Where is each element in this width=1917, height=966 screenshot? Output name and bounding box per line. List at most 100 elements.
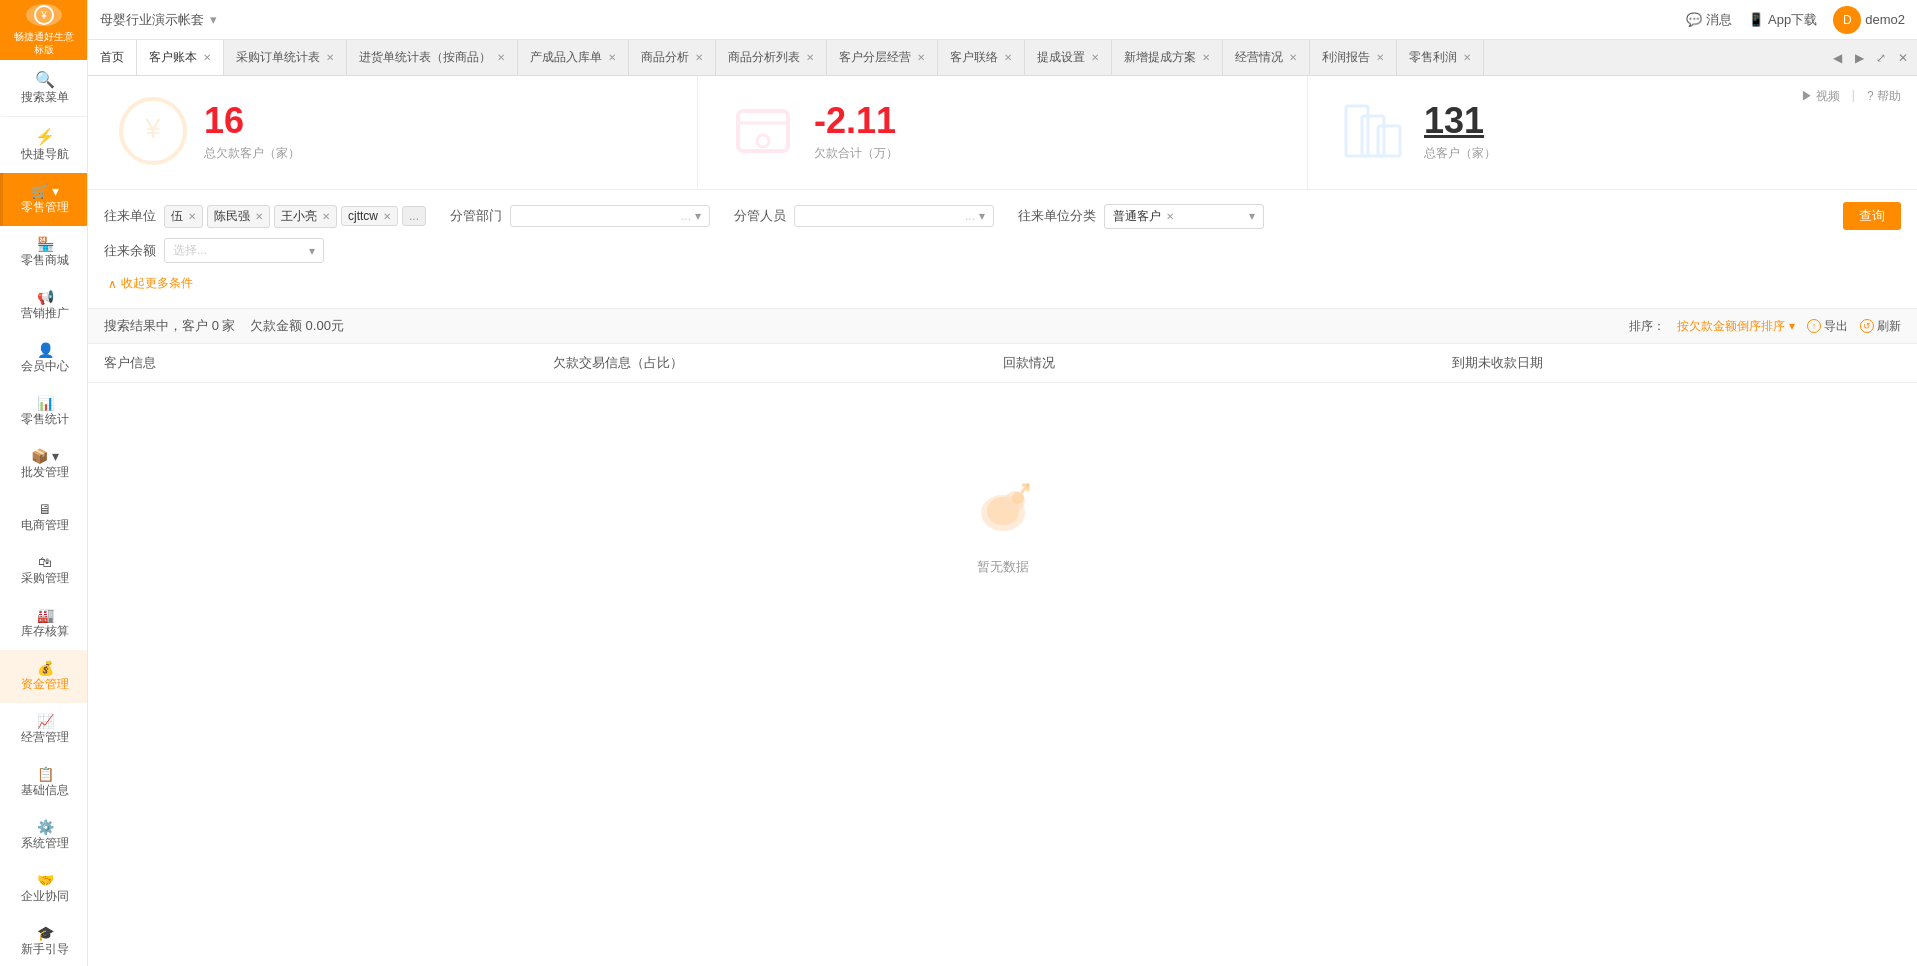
filter-tag-4-close[interactable]: ✕ [383,211,391,222]
sidebar-item-retail-stats-label: 零售统计 [7,411,83,428]
tab-new-raise-plan[interactable]: 新增提成方案 ✕ [1112,40,1223,76]
filter-tag-1-close[interactable]: ✕ [188,211,196,222]
sidebar-item-ecommerce-mgmt-label: 电商管理 [7,517,83,534]
sidebar-item-member-center[interactable]: 👤 会员中心 [0,332,87,385]
query-button[interactable]: 查询 [1843,202,1901,230]
sidebar-item-retail-stats[interactable]: 📊 零售统计 [0,385,87,438]
app-download-button[interactable]: 📱 App下载 [1748,11,1817,29]
user-area[interactable]: D demo2 [1833,6,1905,34]
tab-inbound-stats-close[interactable]: ✕ [497,52,505,63]
stat-credit-amount-text: -2.11 欠款合计（万） [814,103,898,162]
message-button[interactable]: 💬 消息 [1686,11,1732,29]
export-label: 导出 [1824,318,1848,335]
tab-product-analysis-label: 商品分析 [641,49,689,66]
tab-production-inbound[interactable]: 产成品入库单 ✕ [518,40,629,76]
stat-total-customers-label: 总客户（家） [1424,145,1496,162]
main-area: 母婴行业演示帐套 ▾ 💬 消息 📱 App下载 D demo2 首页 客户账本 … [88,0,1917,966]
person-filter-extra: ... [965,209,975,223]
sidebar-item-retail-mgmt-label: 零售管理 [7,199,83,216]
tab-customer-segment-close[interactable]: ✕ [917,52,925,63]
person-filter-select[interactable]: ... ▾ [794,205,994,227]
tab-product-analysis-list-close[interactable]: ✕ [806,52,814,63]
stat-total-customers-number: 131 [1424,103,1496,139]
tab-production-inbound-label: 产成品入库单 [530,49,602,66]
sidebar-item-basic-info[interactable]: 📋 基础信息 [0,756,87,809]
sidebar-item-enterprise-coop[interactable]: 🤝 企业协同 [0,862,87,915]
tab-product-analysis-list[interactable]: 商品分析列表 ✕ [716,40,827,76]
tab-customer-contact[interactable]: 客户联络 ✕ [938,40,1025,76]
sidebar-item-quick-nav[interactable]: ⚡ 快捷导航 [0,117,87,173]
tab-profit-report[interactable]: 利润报告 ✕ [1310,40,1397,76]
tab-retail-profit[interactable]: 零售利润 ✕ [1397,40,1484,76]
tab-raise-settings[interactable]: 提成设置 ✕ [1025,40,1112,76]
sidebar-item-capital-mgmt[interactable]: 💰 资金管理 [0,650,87,703]
tab-new-raise-plan-close[interactable]: ✕ [1202,52,1210,63]
remainder-filter-select[interactable]: 选择... ▾ [164,238,324,263]
svg-rect-9 [1378,126,1400,156]
sidebar-item-ecommerce-mgmt[interactable]: 🖥 电商管理 [0,491,87,544]
stat-credit-customers-label: 总欠款客户（家） [204,145,300,162]
sidebar-item-system-mgmt[interactable]: ⚙️ 系统管理 [0,809,87,862]
collapse-button[interactable]: ∧ 收起更多条件 [104,271,1901,296]
stat-card-total-customers: ▶ 视频 | ? 帮助 131 总客户（家） [1308,76,1917,189]
stat-help-area: ▶ 视频 | ? 帮助 [1801,88,1901,105]
tab-home[interactable]: 首页 [88,40,137,76]
filter-tag-3-close[interactable]: ✕ [322,211,330,222]
tab-business-situation[interactable]: 经营情况 ✕ [1223,40,1310,76]
tab-production-inbound-close[interactable]: ✕ [608,52,616,63]
svg-rect-8 [1362,116,1384,156]
tab-customer-contact-close[interactable]: ✕ [1004,52,1012,63]
stat-credit-amount-number: -2.11 [814,103,898,139]
tab-business-situation-close[interactable]: ✕ [1289,52,1297,63]
app-download-label: App下载 [1768,11,1817,29]
filter-more-tags-btn[interactable]: ... [402,206,426,226]
tab-raise-settings-close[interactable]: ✕ [1091,52,1099,63]
tab-scroll-right[interactable]: ▶ [1849,48,1869,68]
unit-type-tag-close[interactable]: ✕ [1166,211,1174,222]
tab-product-analysis-close[interactable]: ✕ [695,52,703,63]
tab-customer-capital[interactable]: 客户账本 ✕ [137,40,224,76]
refresh-button[interactable]: ↺ 刷新 [1860,318,1901,335]
tab-purchase-order-stats[interactable]: 采购订单统计表 ✕ [224,40,347,76]
tab-purchase-order-stats-close[interactable]: ✕ [326,52,334,63]
video-help-btn[interactable]: ▶ 视频 [1801,88,1840,105]
sidebar-item-new-user-guide[interactable]: 🎓 新手引导 [0,915,87,966]
sidebar-item-marketing[interactable]: 📢 营销推广 [0,279,87,332]
filter-tag-4: cjttcw ✕ [341,206,398,226]
dept-filter-select[interactable]: ... ▾ [510,205,710,227]
stat-credit-customers-icon: ¥ [118,96,188,169]
filter-area: 往来单位 伍 ✕ 陈民强 ✕ 王小亮 ✕ cjttcw [88,190,1917,309]
brand-dropdown-icon[interactable]: ▾ [210,12,217,27]
tab-profit-report-close[interactable]: ✕ [1376,52,1384,63]
tab-inbound-stats-label: 进货单统计表（按商品） [359,49,491,66]
filter-tag-2-close[interactable]: ✕ [255,211,263,222]
sidebar-item-purchase-mgmt[interactable]: 🛍 采购管理 [0,544,87,597]
sidebar-item-inventory-label: 库存核算 [7,623,83,640]
tab-maximize[interactable]: ⤢ [1871,48,1891,68]
results-bar: 搜索结果中，客户 0 家 欠款金额 0.00元 排序： 按欠款金额倒序排序 ▾ … [88,309,1917,344]
page-content: ¥ 16 总欠款客户（家） -2.11 [88,76,1917,966]
help-btn[interactable]: ? 帮助 [1867,88,1901,105]
sidebar-item-wholesale-mgmt[interactable]: 📦 ▾ 批发管理 [0,438,87,491]
tab-product-analysis[interactable]: 商品分析 ✕ [629,40,716,76]
svg-point-6 [757,135,769,147]
sidebar-item-inventory[interactable]: 🏭 库存核算 [0,597,87,650]
tab-scroll-left[interactable]: ◀ [1827,48,1847,68]
tab-inbound-stats[interactable]: 进货单统计表（按商品） ✕ [347,40,518,76]
sidebar-logo[interactable]: ¥ 畅捷通好生意 标版 [0,0,87,60]
sidebar-item-business-mgmt[interactable]: 📈 经营管理 [0,703,87,756]
tab-customer-segment[interactable]: 客户分层经营 ✕ [827,40,938,76]
sidebar-item-retail-mall[interactable]: 🏪 零售商城 [0,226,87,279]
empty-state-icon [963,463,1043,546]
sidebar-item-retail-mgmt[interactable]: 🛒 ▾ 零售管理 [0,173,87,226]
sort-dropdown-icon: ▾ [1789,319,1795,333]
filter-tags: 伍 ✕ 陈民强 ✕ 王小亮 ✕ cjttcw ✕ ... [164,205,426,228]
tab-retail-profit-close[interactable]: ✕ [1463,52,1471,63]
unit-type-filter-select[interactable]: 普通客户 ✕ ▾ [1104,204,1264,229]
sidebar-item-marketing-label: 营销推广 [7,305,83,322]
tab-customer-capital-close[interactable]: ✕ [203,52,211,63]
sort-select[interactable]: 按欠款金额倒序排序 ▾ [1677,318,1795,335]
tab-close-all[interactable]: ✕ [1893,48,1913,68]
export-button[interactable]: ↑ 导出 [1807,318,1848,335]
sidebar-item-search[interactable]: 🔍 搜索菜单 [0,60,87,117]
